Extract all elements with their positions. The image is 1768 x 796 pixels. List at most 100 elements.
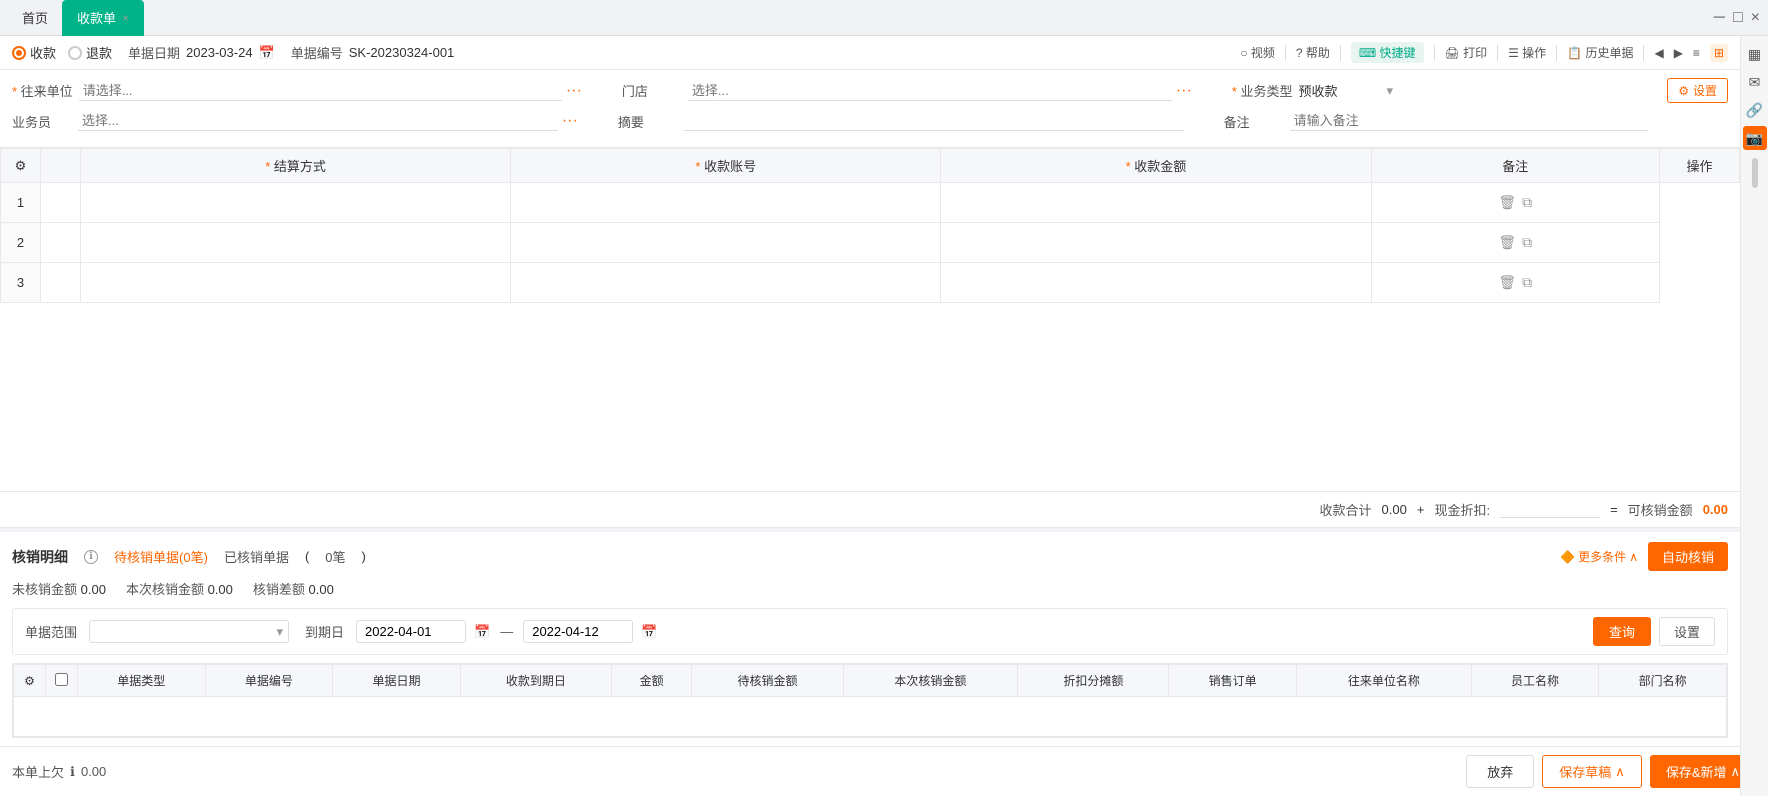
td-amount-2[interactable]	[511, 223, 941, 263]
td-remark-3[interactable]	[941, 263, 1371, 303]
td-amount-3[interactable]	[511, 263, 941, 303]
date-to-input[interactable]	[523, 620, 633, 643]
sidebar-mail-icon[interactable]: ✉	[1743, 70, 1767, 94]
verify-right: 🔶 更多条件 ∧ 自动核销	[1560, 542, 1728, 571]
row-delete-2[interactable]: 🗑	[1498, 234, 1516, 251]
auto-verify-btn[interactable]: 自动核销	[1648, 542, 1728, 571]
stat-diff: 核销差额 0.00	[253, 579, 334, 598]
minimize-icon[interactable]: ─	[1714, 9, 1725, 27]
nav-next-icon[interactable]: ▶	[1674, 46, 1683, 60]
date-dash: —	[500, 624, 513, 639]
discard-btn[interactable]: 放弃	[1466, 755, 1534, 788]
bth-staff-name: 员工名称	[1471, 665, 1599, 697]
date-from-input[interactable]	[356, 620, 466, 643]
td-account-2[interactable]	[81, 223, 511, 263]
date-to-calendar-icon[interactable]: 📅	[641, 624, 657, 640]
maximize-icon[interactable]: □	[1733, 9, 1743, 27]
section-wrap: 收款 退款 单据日期 2023-03-24 📅 单据编号 SK-20230324…	[0, 36, 1768, 748]
help-btn[interactable]: ? 帮助	[1296, 44, 1330, 61]
td-method-2[interactable]	[41, 223, 81, 263]
verify-info-icon[interactable]: ℹ	[84, 550, 98, 564]
biztype-dropdown-icon[interactable]: ▾	[1386, 83, 1393, 99]
radio-receipt[interactable]: 收款	[12, 43, 56, 62]
footer-info-icon[interactable]: ℹ	[70, 764, 75, 780]
summary-input[interactable]	[684, 111, 1184, 131]
verify-title: 核销明细	[12, 547, 68, 567]
partner-dots-btn[interactable]: ···	[566, 82, 582, 100]
scrollbar-thumb[interactable]	[1752, 158, 1758, 188]
table-footer: 收款合计 0.00 + 现金折扣: = 可核销金额 0.00	[0, 492, 1740, 528]
row-delete-3[interactable]: 🗑	[1498, 274, 1516, 291]
form-row-1: * 往来单位 ··· 门店 ··· * 业务类型 预收款 ▾ ⚙	[12, 78, 1728, 103]
bth-discount: 折扣分摊额	[1018, 665, 1169, 697]
row-action-2: 🗑 ⧉	[1382, 234, 1649, 251]
partner-input[interactable]	[79, 81, 562, 101]
staff-label: 业务员	[12, 112, 72, 131]
row-copy-3[interactable]: ⧉	[1522, 274, 1532, 291]
bth-verify-amount: 本次核销金额	[843, 665, 1018, 697]
save-new-btn-label: 保存&新增	[1666, 762, 1727, 781]
divider4	[1497, 45, 1498, 61]
row-copy-2[interactable]: ⧉	[1522, 234, 1532, 251]
pending-tab[interactable]: 待核销单据(0笔)	[114, 547, 208, 566]
print-btn[interactable]: 🖨 打印	[1445, 44, 1488, 61]
tab-receipt-close[interactable]: ×	[122, 11, 129, 25]
tab-receipt[interactable]: 收款单 ×	[62, 0, 144, 36]
doc-date-calendar-icon[interactable]: 📅	[259, 45, 275, 61]
main-table-container: ⚙ * 结算方式 * 收款账号 * 收款金额 备注 操作 1	[0, 148, 1740, 492]
sidebar-link-icon[interactable]: 🔗	[1743, 98, 1767, 122]
bth-doc-no: 单据编号	[205, 665, 333, 697]
td-method-1[interactable]	[41, 183, 81, 223]
tab-home[interactable]: 首页	[8, 0, 62, 36]
bth-settings[interactable]: ⚙	[14, 665, 46, 697]
staff-dots-btn[interactable]: ···	[562, 112, 578, 130]
nav-grid-icon[interactable]: ⊞	[1710, 44, 1728, 62]
close-icon[interactable]: ×	[1751, 9, 1760, 27]
discount-input[interactable]	[1500, 502, 1600, 518]
td-amount-1[interactable]	[511, 183, 941, 223]
doc-date-label: 单据日期	[128, 43, 180, 62]
operation-btn[interactable]: ☰ 操作	[1508, 44, 1546, 61]
th-settings[interactable]: ⚙	[1, 149, 41, 183]
nav-prev-icon[interactable]: ◀	[1654, 46, 1663, 60]
draft-btn[interactable]: 保存草稿 ∧	[1542, 755, 1642, 788]
td-remark-2[interactable]	[941, 223, 1371, 263]
td-remark-1[interactable]	[941, 183, 1371, 223]
store-dots-btn[interactable]: ···	[1176, 82, 1192, 100]
remark-input[interactable]	[1290, 111, 1648, 131]
radio-refund[interactable]: 退款	[68, 43, 112, 62]
row-copy-1[interactable]: ⧉	[1522, 194, 1532, 211]
bth-pending-amount: 待核销金额	[692, 665, 843, 697]
select-all-checkbox[interactable]	[55, 673, 68, 686]
radio-refund-label: 退款	[86, 43, 112, 62]
th-num	[41, 149, 81, 183]
range-select[interactable]	[89, 620, 289, 643]
sidebar-table-icon[interactable]: ▦	[1743, 42, 1767, 66]
bth-partner-name: 往来单位名称	[1296, 665, 1471, 697]
video-btn[interactable]: ○ 视频	[1240, 44, 1275, 61]
divider3	[1434, 45, 1435, 61]
query-btn[interactable]: 查询	[1593, 617, 1651, 646]
pending-count: 0笔	[183, 550, 203, 565]
history-btn[interactable]: 📋 历史单据	[1567, 44, 1633, 61]
sidebar-camera-icon[interactable]: 📷	[1743, 126, 1767, 150]
summary-label: 摘要	[618, 112, 678, 131]
nav-list-icon[interactable]: ≡	[1693, 46, 1700, 60]
settings-gear-icon: ⚙	[1678, 84, 1689, 98]
shortcut-btn[interactable]: ⌨ 快捷键	[1351, 42, 1424, 63]
row-action-1: 🗑 ⧉	[1382, 194, 1649, 211]
pending-label: 待核销单据	[114, 550, 179, 565]
row-delete-1[interactable]: 🗑	[1498, 194, 1516, 211]
more-conditions-btn[interactable]: 🔶 更多条件 ∧	[1560, 548, 1638, 565]
td-account-1[interactable]	[81, 183, 511, 223]
radio-receipt-dot	[12, 46, 26, 60]
doc-no-label: 单据编号	[291, 43, 343, 62]
date-from-calendar-icon[interactable]: 📅	[474, 624, 490, 640]
filter-settings-btn[interactable]: 设置	[1659, 617, 1715, 646]
staff-input[interactable]	[78, 111, 558, 131]
store-input[interactable]	[688, 81, 1172, 101]
tab-bar: 首页 收款单 × ─ □ ×	[0, 0, 1768, 36]
td-account-3[interactable]	[81, 263, 511, 303]
td-method-3[interactable]	[41, 263, 81, 303]
form-settings-btn[interactable]: ⚙ 设置	[1667, 78, 1728, 103]
